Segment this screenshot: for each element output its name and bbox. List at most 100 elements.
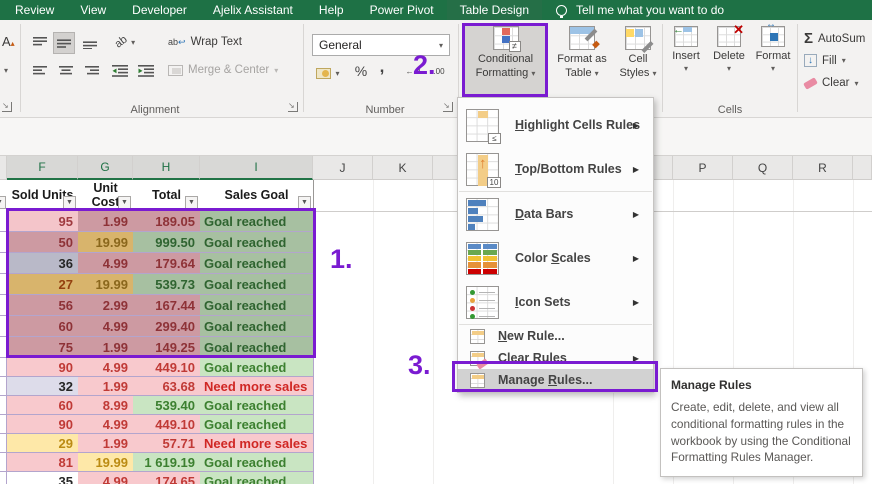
- table-header-sales-goal[interactable]: Sales Goal ▼: [200, 180, 314, 211]
- table-cell[interactable]: 174.65: [133, 472, 201, 484]
- format-label: Format: [755, 50, 791, 62]
- accounting-format-button[interactable]: ▾: [312, 64, 344, 82]
- menu-item-top-bottom-rules[interactable]: ↑ 10 Top/Bottom Rules ▶: [458, 147, 653, 191]
- decrease-indent-button[interactable]: [110, 62, 130, 80]
- tab-review[interactable]: Review: [2, 0, 67, 20]
- group-separator: [303, 24, 304, 112]
- row-sliver-cell: [0, 358, 7, 377]
- table-cell[interactable]: Goal reached: [200, 472, 314, 484]
- format-cells-button[interactable]: ↔ Format ▾: [752, 19, 794, 96]
- insert-cells-button[interactable]: ← Insert ▾: [666, 24, 706, 96]
- table-header-sold-units[interactable]: Sold Units ▼: [7, 180, 79, 211]
- table-cell[interactable]: 35: [7, 472, 79, 484]
- increase-indent-button[interactable]: [136, 62, 156, 80]
- table-cell[interactable]: 1.99: [78, 434, 134, 453]
- table-cell[interactable]: 4.99: [78, 472, 134, 484]
- menu-item-icon-sets[interactable]: Icon Sets ▶: [458, 280, 653, 324]
- align-right-button[interactable]: [82, 62, 102, 80]
- tooltip-body: Create, edit, delete, and view all condi…: [671, 400, 851, 465]
- tell-me-search[interactable]: Tell me what you want to do: [556, 3, 724, 18]
- number-group-label: Number: [365, 104, 405, 116]
- table-cell[interactable]: 32: [7, 377, 79, 396]
- table-cell[interactable]: 539.40: [133, 396, 201, 415]
- table-header-total[interactable]: Total ▼: [133, 180, 201, 211]
- table-cell[interactable]: 8.99: [78, 396, 134, 415]
- column-header-K[interactable]: K: [373, 156, 433, 180]
- insert-label: Insert: [672, 50, 700, 62]
- align-top-button[interactable]: [30, 34, 50, 52]
- tab-ajelix-assistant[interactable]: Ajelix Assistant: [200, 0, 306, 20]
- table-cell[interactable]: 1 619.19: [133, 453, 201, 472]
- tab-power-pivot[interactable]: Power Pivot: [357, 0, 447, 20]
- tab-help[interactable]: Help: [306, 0, 357, 20]
- tab-developer[interactable]: Developer: [119, 0, 200, 20]
- alignment-dialog-launcher-icon[interactable]: ↘: [288, 102, 298, 112]
- column-header-P[interactable]: P: [673, 156, 733, 180]
- tab-table-design[interactable]: Table Design: [446, 0, 542, 20]
- submenu-arrow-icon: ▶: [632, 253, 639, 263]
- group-separator: [662, 24, 663, 112]
- icon-part: [479, 291, 495, 294]
- table-cell[interactable]: Goal reached: [200, 358, 314, 377]
- row-sliver-cell: [0, 415, 7, 434]
- table-cell[interactable]: 63.68: [133, 377, 201, 396]
- sigma-icon: Σ: [804, 30, 814, 47]
- table-cell[interactable]: Need more sales: [200, 434, 314, 453]
- align-middle-button[interactable]: [53, 32, 75, 54]
- percent-style-button[interactable]: %: [352, 62, 370, 80]
- table-cell[interactable]: 81: [7, 453, 79, 472]
- table-cell[interactable]: 449.10: [133, 415, 201, 434]
- table-cell[interactable]: Goal reached: [200, 396, 314, 415]
- orientation-button[interactable]: ab ▾: [108, 32, 142, 52]
- font-dialog-launcher-icon[interactable]: ↘: [2, 102, 12, 112]
- delete-cells-button[interactable]: ✕ Delete ▾: [708, 22, 750, 96]
- step2-highlight-box: [462, 23, 548, 97]
- new-rule-icon: [470, 328, 485, 344]
- money-icon: [316, 67, 332, 79]
- table-cell[interactable]: 29: [7, 434, 79, 453]
- chevron-down-icon: ▾: [438, 40, 443, 50]
- lightbulb-icon: [556, 4, 567, 18]
- autosum-button[interactable]: Σ AutoSum: [804, 30, 865, 47]
- cell-styles-button[interactable]: Cell Styles ▾: [616, 24, 660, 95]
- format-as-table-button[interactable]: Format as Table ▾: [550, 24, 614, 95]
- column-header-J[interactable]: J: [313, 156, 373, 180]
- font-fragment-chevron-icon[interactable]: ▾: [4, 66, 8, 75]
- column-header-Q[interactable]: Q: [733, 156, 793, 180]
- menu-item-data-bars[interactable]: Data Bars ▶: [458, 192, 653, 236]
- menu-item-new-rule[interactable]: New Rule...: [458, 325, 653, 347]
- excel-window: Review View Developer Ajelix Assistant Help P…: [0, 0, 872, 484]
- table-header-unit-cost[interactable]: Unit Cost ▼: [78, 180, 134, 211]
- number-dialog-launcher-icon[interactable]: ↘: [443, 102, 453, 112]
- table-cell[interactable]: Need more sales: [200, 377, 314, 396]
- table-cell[interactable]: 4.99: [78, 358, 134, 377]
- column-header-F[interactable]: F: [7, 156, 78, 180]
- column-header-H[interactable]: H: [133, 156, 200, 180]
- align-center-button[interactable]: [56, 62, 76, 80]
- align-bottom-button[interactable]: [80, 34, 100, 52]
- align-left-button[interactable]: [30, 62, 50, 80]
- tab-view[interactable]: View: [67, 0, 119, 20]
- font-size-fragment-icon[interactable]: A▴: [2, 34, 15, 49]
- table-cell[interactable]: 449.10: [133, 358, 201, 377]
- fill-button[interactable]: ↓ Fill ▾: [804, 54, 846, 67]
- table-cell[interactable]: 90: [7, 358, 79, 377]
- menu-item-highlight-cells-rules[interactable]: ≤ Highlight Cells Rules ▶: [458, 103, 653, 147]
- table-cell[interactable]: 1.99: [78, 377, 134, 396]
- table-cell[interactable]: 4.99: [78, 415, 134, 434]
- menu-item-color-scales[interactable]: Color Scales ▶: [458, 236, 653, 280]
- table-cell[interactable]: 19.99: [78, 453, 134, 472]
- table-cell[interactable]: 60: [7, 396, 79, 415]
- merge-center-button[interactable]: Merge & Center ▾: [168, 64, 278, 76]
- comma-style-button[interactable]: ,: [376, 57, 388, 76]
- table-cell[interactable]: 57.71: [133, 434, 201, 453]
- wrap-text-button[interactable]: ab↩ Wrap Text: [168, 36, 242, 48]
- table-cell[interactable]: Goal reached: [200, 453, 314, 472]
- table-cell[interactable]: 90: [7, 415, 79, 434]
- clear-button[interactable]: Clear ▾: [803, 76, 859, 90]
- column-header-G[interactable]: G: [78, 156, 133, 180]
- column-header-R[interactable]: R: [793, 156, 853, 180]
- icon-part: [470, 305, 475, 311]
- table-cell[interactable]: Goal reached: [200, 415, 314, 434]
- column-header-I[interactable]: I: [200, 156, 313, 180]
